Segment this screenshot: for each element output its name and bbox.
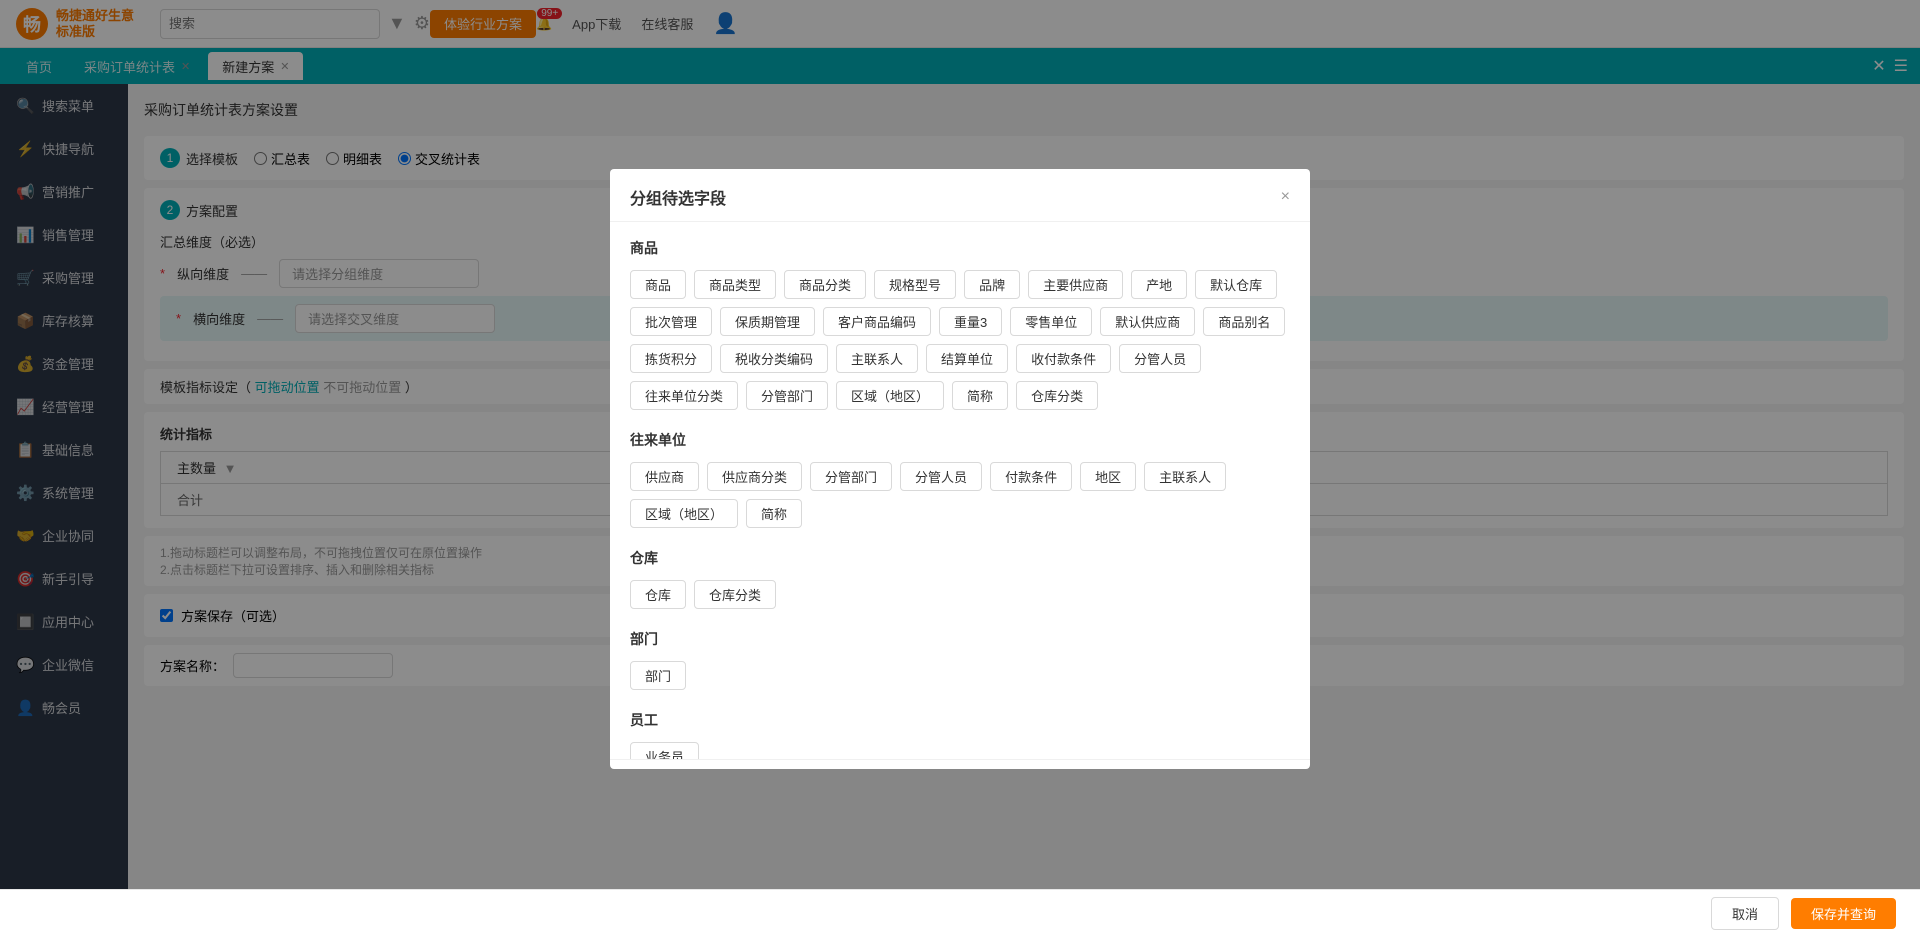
field-tag-0-11[interactable]: 重量3 [939, 307, 1002, 336]
field-tag-2-1[interactable]: 仓库分类 [694, 580, 776, 609]
field-tag-1-2[interactable]: 分管部门 [810, 462, 892, 491]
field-tag-1-0[interactable]: 供应商 [630, 462, 699, 491]
field-tag-1-6[interactable]: 主联系人 [1144, 462, 1226, 491]
field-tag-3-0[interactable]: 部门 [630, 661, 686, 690]
field-tag-0-7[interactable]: 默认仓库 [1195, 270, 1277, 299]
field-group-0: 商品商品商品类型商品分类规格型号品牌主要供应商产地默认仓库批次管理保质期管理客户… [630, 238, 1290, 410]
field-tag-0-23[interactable]: 区域（地区） [836, 381, 944, 410]
field-tag-0-9[interactable]: 保质期管理 [720, 307, 815, 336]
field-group-title-4: 员工 [630, 710, 1290, 730]
field-tag-0-3[interactable]: 规格型号 [874, 270, 956, 299]
field-tag-0-24[interactable]: 简称 [952, 381, 1008, 410]
field-tags-1: 供应商供应商分类分管部门分管人员付款条件地区主联系人区域（地区） 简称 [630, 462, 1290, 528]
dialog: 分组待选字段 × 商品商品商品类型商品分类规格型号品牌主要供应商产地默认仓库批次… [610, 169, 1310, 769]
field-tag-1-8[interactable]: 简称 [746, 499, 802, 528]
field-tag-0-17[interactable]: 主联系人 [836, 344, 918, 373]
field-tag-0-25[interactable]: 仓库分类 [1016, 381, 1098, 410]
field-tag-2-0[interactable]: 仓库 [630, 580, 686, 609]
field-tag-0-4[interactable]: 品牌 [964, 270, 1020, 299]
dialog-hscroll[interactable] [610, 759, 1310, 768]
field-tag-0-14[interactable]: 商品别名 [1203, 307, 1285, 336]
field-tag-0-18[interactable]: 结算单位 [926, 344, 1008, 373]
field-tags-2: 仓库仓库分类 [630, 580, 1290, 609]
dialog-body: 商品商品商品类型商品分类规格型号品牌主要供应商产地默认仓库批次管理保质期管理客户… [610, 222, 1310, 760]
field-tags-4: 业务员 [630, 742, 1290, 760]
field-tag-0-21[interactable]: 往来单位分类 [630, 381, 738, 410]
field-tag-0-0[interactable]: 商品 [630, 270, 686, 299]
field-tag-1-7[interactable]: 区域（地区） [630, 499, 738, 528]
field-group-3: 部门部门 [630, 629, 1290, 690]
dialog-overlay: 分组待选字段 × 商品商品商品类型商品分类规格型号品牌主要供应商产地默认仓库批次… [0, 0, 1920, 937]
save-query-button[interactable]: 保存并查询 [1791, 898, 1896, 929]
field-group-2: 仓库仓库仓库分类 [630, 548, 1290, 609]
field-tags-3: 部门 [630, 661, 1290, 690]
field-group-title-1: 往来单位 [630, 430, 1290, 450]
field-tag-0-10[interactable]: 客户商品编码 [823, 307, 931, 336]
field-group-title-3: 部门 [630, 629, 1290, 649]
field-tag-0-19[interactable]: 收付款条件 [1016, 344, 1111, 373]
field-tag-0-22[interactable]: 分管部门 [746, 381, 828, 410]
field-tag-0-8[interactable]: 批次管理 [630, 307, 712, 336]
field-group-title-2: 仓库 [630, 548, 1290, 568]
field-tag-0-6[interactable]: 产地 [1131, 270, 1187, 299]
field-tag-1-1[interactable]: 供应商分类 [707, 462, 802, 491]
field-tag-0-15[interactable]: 拣货积分 [630, 344, 712, 373]
dialog-header: 分组待选字段 × [610, 169, 1310, 222]
field-tag-1-4[interactable]: 付款条件 [990, 462, 1072, 491]
field-tags-0: 商品商品类型商品分类规格型号品牌主要供应商产地默认仓库批次管理保质期管理客户商品… [630, 270, 1290, 410]
field-tag-0-12[interactable]: 零售单位 [1010, 307, 1092, 336]
dialog-close-btn[interactable]: × [1281, 188, 1290, 206]
field-tag-0-16[interactable]: 税收分类编码 [720, 344, 828, 373]
cancel-button[interactable]: 取消 [1711, 897, 1779, 930]
field-tag-4-0[interactable]: 业务员 [630, 742, 699, 760]
field-group-4: 员工业务员 [630, 710, 1290, 760]
field-tag-1-3[interactable]: 分管人员 [900, 462, 982, 491]
field-group-title-0: 商品 [630, 238, 1290, 258]
field-tag-0-2[interactable]: 商品分类 [784, 270, 866, 299]
dialog-title: 分组待选字段 [630, 185, 726, 209]
field-tag-1-5[interactable]: 地区 [1080, 462, 1136, 491]
field-tag-0-1[interactable]: 商品类型 [694, 270, 776, 299]
field-tag-0-5[interactable]: 主要供应商 [1028, 270, 1123, 299]
bottom-bar: 取消 保存并查询 [0, 889, 1920, 937]
field-tag-0-13[interactable]: 默认供应商 [1100, 307, 1195, 336]
field-tag-0-20[interactable]: 分管人员 [1119, 344, 1201, 373]
field-group-1: 往来单位供应商供应商分类分管部门分管人员付款条件地区主联系人区域（地区） 简称 [630, 430, 1290, 528]
